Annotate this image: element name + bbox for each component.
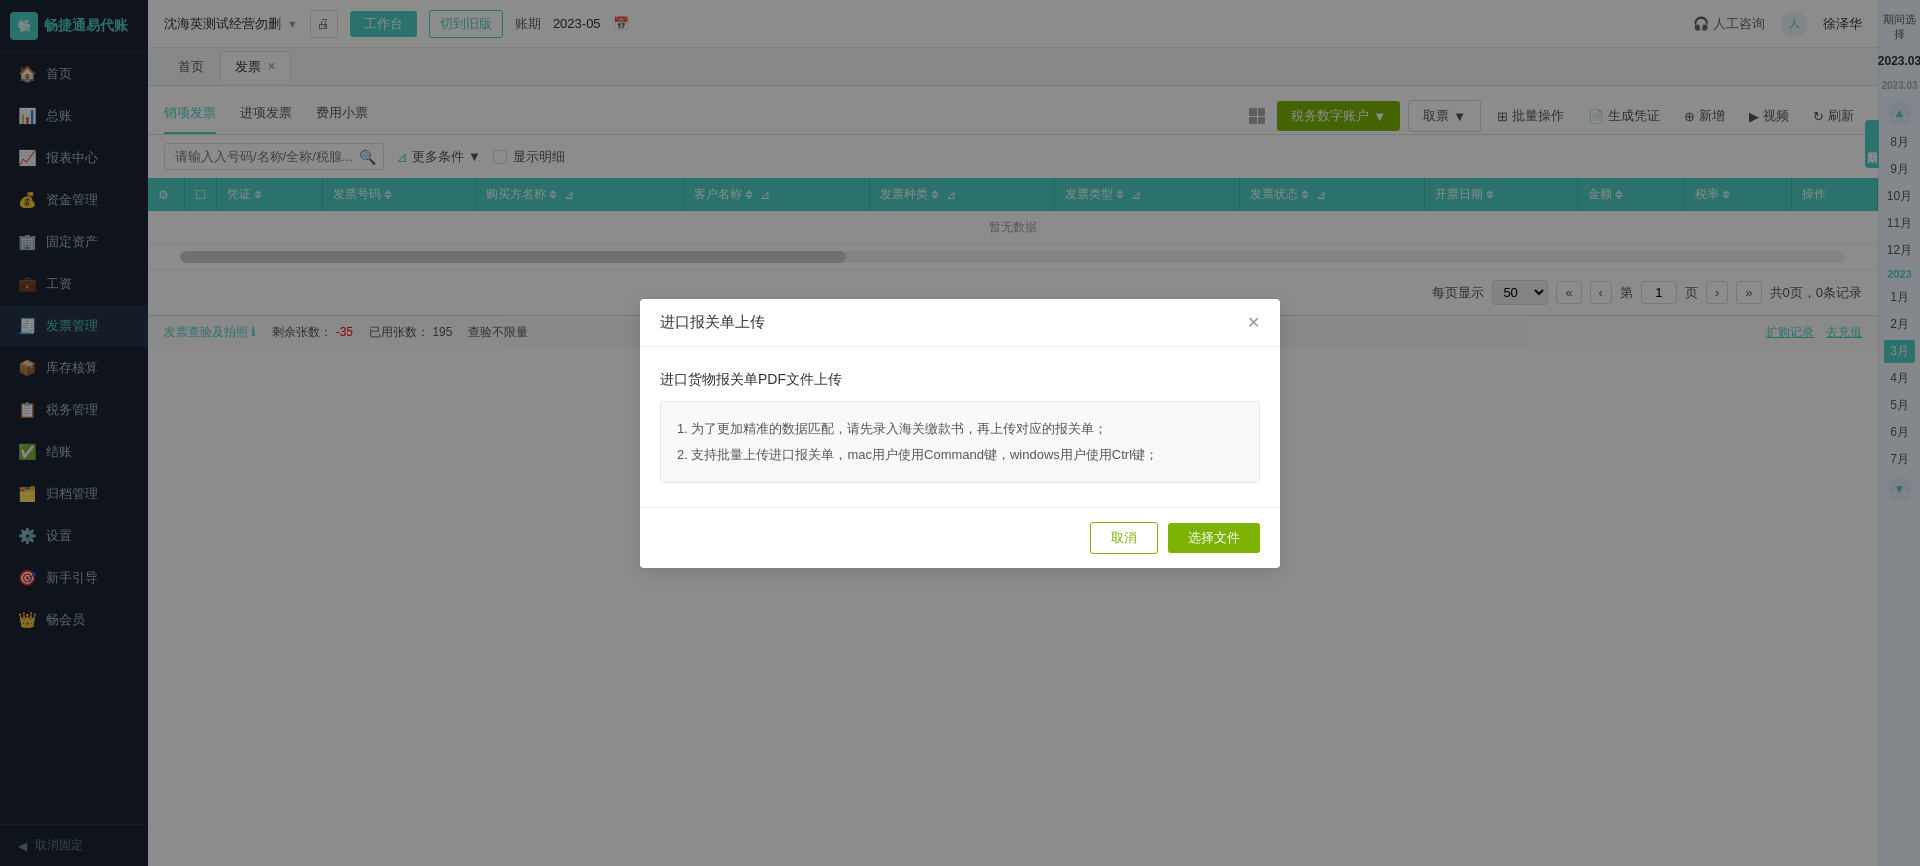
modal-info-item-1: 1. 为了更加精准的数据匹配，请先录入海关缴款书，再上传对应的报关单； (677, 416, 1243, 442)
modal-title: 进口报关单上传 (660, 313, 765, 332)
modal-footer: 取消 选择文件 (640, 507, 1280, 568)
modal-cancel-button[interactable]: 取消 (1090, 522, 1158, 554)
import-customs-modal: 进口报关单上传 ✕ 进口货物报关单PDF文件上传 1. 为了更加精准的数据匹配，… (640, 299, 1280, 568)
modal-body: 进口货物报关单PDF文件上传 1. 为了更加精准的数据匹配，请先录入海关缴款书，… (640, 347, 1280, 507)
modal-close-button[interactable]: ✕ (1247, 313, 1260, 332)
modal-cancel-label: 取消 (1111, 530, 1137, 545)
modal-section-title: 进口货物报关单PDF文件上传 (660, 371, 1260, 389)
modal-info-item-2: 2. 支持批量上传进口报关单，mac用户使用Command键，windows用户… (677, 442, 1243, 468)
modal-header: 进口报关单上传 ✕ (640, 299, 1280, 347)
select-file-button[interactable]: 选择文件 (1168, 523, 1260, 553)
modal-info-box: 1. 为了更加精准的数据匹配，请先录入海关缴款书，再上传对应的报关单； 2. 支… (660, 401, 1260, 483)
select-file-label: 选择文件 (1188, 530, 1240, 545)
modal-overlay[interactable]: 进口报关单上传 ✕ 进口货物报关单PDF文件上传 1. 为了更加精准的数据匹配，… (0, 0, 1920, 866)
